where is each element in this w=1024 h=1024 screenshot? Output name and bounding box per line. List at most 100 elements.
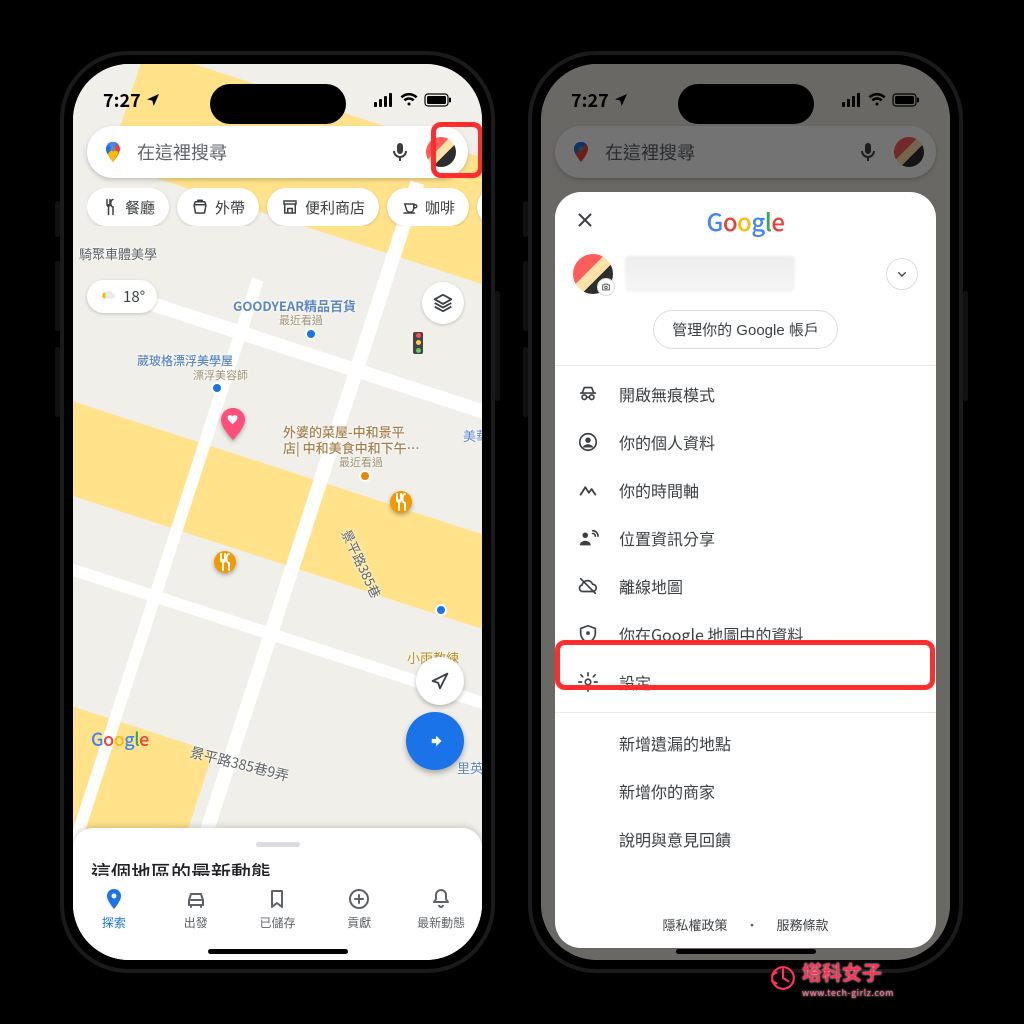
menu-timeline[interactable]: 你的時間軸 bbox=[555, 466, 936, 514]
menu-timeline-label: 你的時間軸 bbox=[619, 478, 699, 502]
account-row[interactable] bbox=[555, 248, 936, 296]
tab-contribute-label: 貢獻 bbox=[347, 914, 371, 931]
panel-menu: 開啟無痕模式 你的個人資料 你的時間軸 位置資訊分享 離線地圖 bbox=[555, 370, 936, 905]
menu-add-missing-label: 新增遺漏的地點 bbox=[619, 731, 731, 755]
menu-offline-label: 離線地圖 bbox=[619, 574, 683, 598]
timeline-icon bbox=[577, 479, 599, 501]
store-icon bbox=[281, 198, 299, 216]
chip-restaurants[interactable]: 餐廳 bbox=[87, 188, 169, 226]
menu-profile[interactable]: 你的個人資料 bbox=[555, 418, 936, 466]
coffee-icon bbox=[401, 198, 419, 216]
close-icon bbox=[574, 209, 596, 231]
directions-fab[interactable] bbox=[406, 712, 464, 770]
tab-go[interactable]: 出發 bbox=[155, 876, 237, 942]
tos-link[interactable]: 服務條款 bbox=[777, 915, 829, 934]
home-indicator[interactable] bbox=[676, 949, 816, 954]
map-restaurant-recent: 最近看過 bbox=[339, 454, 383, 470]
close-button[interactable] bbox=[571, 206, 599, 234]
explore-pin-icon bbox=[102, 887, 126, 911]
menu-locshare-label: 位置資訊分享 bbox=[619, 526, 715, 550]
search-placeholder: 在這裡搜尋 bbox=[137, 139, 376, 165]
chip-takeout[interactable]: 外帶 bbox=[177, 188, 259, 226]
sheet-handle[interactable] bbox=[256, 842, 300, 847]
menu-your-data-label: 你在Google 地圖中的資料 bbox=[619, 622, 803, 646]
phone-volume-down bbox=[523, 347, 528, 417]
phone-volume-down bbox=[55, 347, 60, 417]
layers-button[interactable] bbox=[422, 282, 464, 324]
map-marker-generic[interactable] bbox=[435, 604, 447, 616]
menu-add-business[interactable]: 新增你的商家 bbox=[555, 767, 936, 815]
incognito-icon bbox=[577, 383, 599, 405]
privacy-link[interactable]: 隱私權政策 bbox=[662, 915, 727, 934]
camera-badge-icon bbox=[597, 278, 615, 296]
bell-icon bbox=[429, 887, 453, 911]
watermark-icon bbox=[770, 965, 796, 991]
location-sharing-icon bbox=[577, 527, 599, 549]
food-pin-icon-2[interactable] bbox=[213, 550, 237, 582]
tab-saved-label: 已儲存 bbox=[259, 914, 295, 931]
directions-icon bbox=[422, 728, 448, 754]
weather-pill[interactable]: 18° bbox=[87, 280, 157, 313]
bookmark-icon bbox=[265, 887, 289, 911]
menu-your-data[interactable]: 你在Google 地圖中的資料 bbox=[555, 610, 936, 658]
dynamic-island bbox=[678, 84, 814, 124]
separator-dot: • bbox=[745, 915, 758, 934]
bottom-tab-bar: 探索 出發 已儲存 貢獻 最新動態 bbox=[73, 876, 482, 960]
status-time: 7:27 bbox=[571, 87, 609, 113]
mic-icon[interactable] bbox=[388, 140, 412, 164]
status-time: 7:27 bbox=[103, 87, 141, 113]
manage-account-button[interactable]: 管理你的 Google 帳戶 bbox=[653, 310, 838, 349]
tab-updates[interactable]: 最新動態 bbox=[400, 876, 482, 942]
shield-icon bbox=[577, 623, 599, 645]
layers-icon bbox=[432, 292, 454, 314]
search-bar[interactable]: 在這裡搜尋 bbox=[87, 126, 468, 178]
menu-settings[interactable]: 設定 bbox=[555, 658, 936, 706]
menu-incognito-label: 開啟無痕模式 bbox=[619, 382, 715, 406]
account-panel: Google 管理你的 Google 帳戶 開啟 bbox=[555, 192, 936, 948]
tab-go-label: 出發 bbox=[184, 914, 208, 931]
account-avatar[interactable] bbox=[573, 254, 613, 294]
weather-icon bbox=[99, 288, 117, 306]
offline-cloud-icon bbox=[577, 575, 599, 597]
chip-convenience-label: 便利商店 bbox=[305, 197, 365, 218]
tab-updates-label: 最新動態 bbox=[417, 914, 465, 931]
weather-temp: 18° bbox=[123, 286, 145, 307]
phone-volume-up bbox=[55, 261, 60, 331]
map-goodyear-recent: 最近看過 bbox=[279, 312, 323, 328]
food-pin-icon-1[interactable] bbox=[389, 490, 413, 522]
chip-gas[interactable] bbox=[477, 188, 482, 226]
home-indicator[interactable] bbox=[208, 949, 348, 954]
menu-add-missing-place[interactable]: 新增遺漏的地點 bbox=[555, 719, 936, 767]
expand-accounts-button[interactable] bbox=[886, 258, 918, 290]
wifi-icon bbox=[400, 93, 418, 107]
phone-frame-left: 騎聚車體美學 GOODYEAR精品百貨 最近看過 葳玻格漂浮美學屋 漂浮美容師 … bbox=[60, 51, 495, 973]
saved-pin-icon[interactable] bbox=[221, 408, 245, 440]
map-marker-salon[interactable] bbox=[211, 382, 223, 394]
chip-convenience[interactable]: 便利商店 bbox=[267, 188, 379, 226]
map-marker-goodyear[interactable] bbox=[305, 328, 317, 340]
map-marker-restaurant[interactable] bbox=[359, 470, 371, 482]
menu-offline-maps[interactable]: 離線地圖 bbox=[555, 562, 936, 610]
menu-help-feedback[interactable]: 說明與意見回饋 bbox=[555, 815, 936, 863]
tab-explore[interactable]: 探索 bbox=[73, 876, 155, 942]
menu-location-sharing[interactable]: 位置資訊分享 bbox=[555, 514, 936, 562]
google-wordmark: Google bbox=[91, 726, 149, 752]
plus-circle-icon bbox=[347, 887, 371, 911]
restaurant-icon bbox=[101, 198, 119, 216]
panel-footer: 隱私權政策 • 服務條款 bbox=[555, 905, 936, 948]
menu-incognito[interactable]: 開啟無痕模式 bbox=[555, 370, 936, 418]
panel-header: Google bbox=[555, 192, 936, 248]
wifi-icon bbox=[868, 93, 886, 107]
tab-saved[interactable]: 已儲存 bbox=[237, 876, 319, 942]
battery-icon bbox=[424, 93, 452, 107]
chip-coffee[interactable]: 咖啡 bbox=[387, 188, 469, 226]
takeout-icon bbox=[191, 198, 209, 216]
tab-explore-label: 探索 bbox=[102, 914, 126, 931]
chip-restaurants-label: 餐廳 bbox=[125, 197, 155, 218]
menu-settings-label: 設定 bbox=[619, 670, 651, 694]
tab-contribute[interactable]: 貢獻 bbox=[318, 876, 400, 942]
account-avatar-button[interactable] bbox=[424, 135, 458, 169]
recenter-button[interactable] bbox=[416, 657, 464, 705]
map-meihua-label[interactable]: 美華 bbox=[463, 426, 482, 445]
map-liying-label[interactable]: 里英 bbox=[457, 758, 482, 777]
